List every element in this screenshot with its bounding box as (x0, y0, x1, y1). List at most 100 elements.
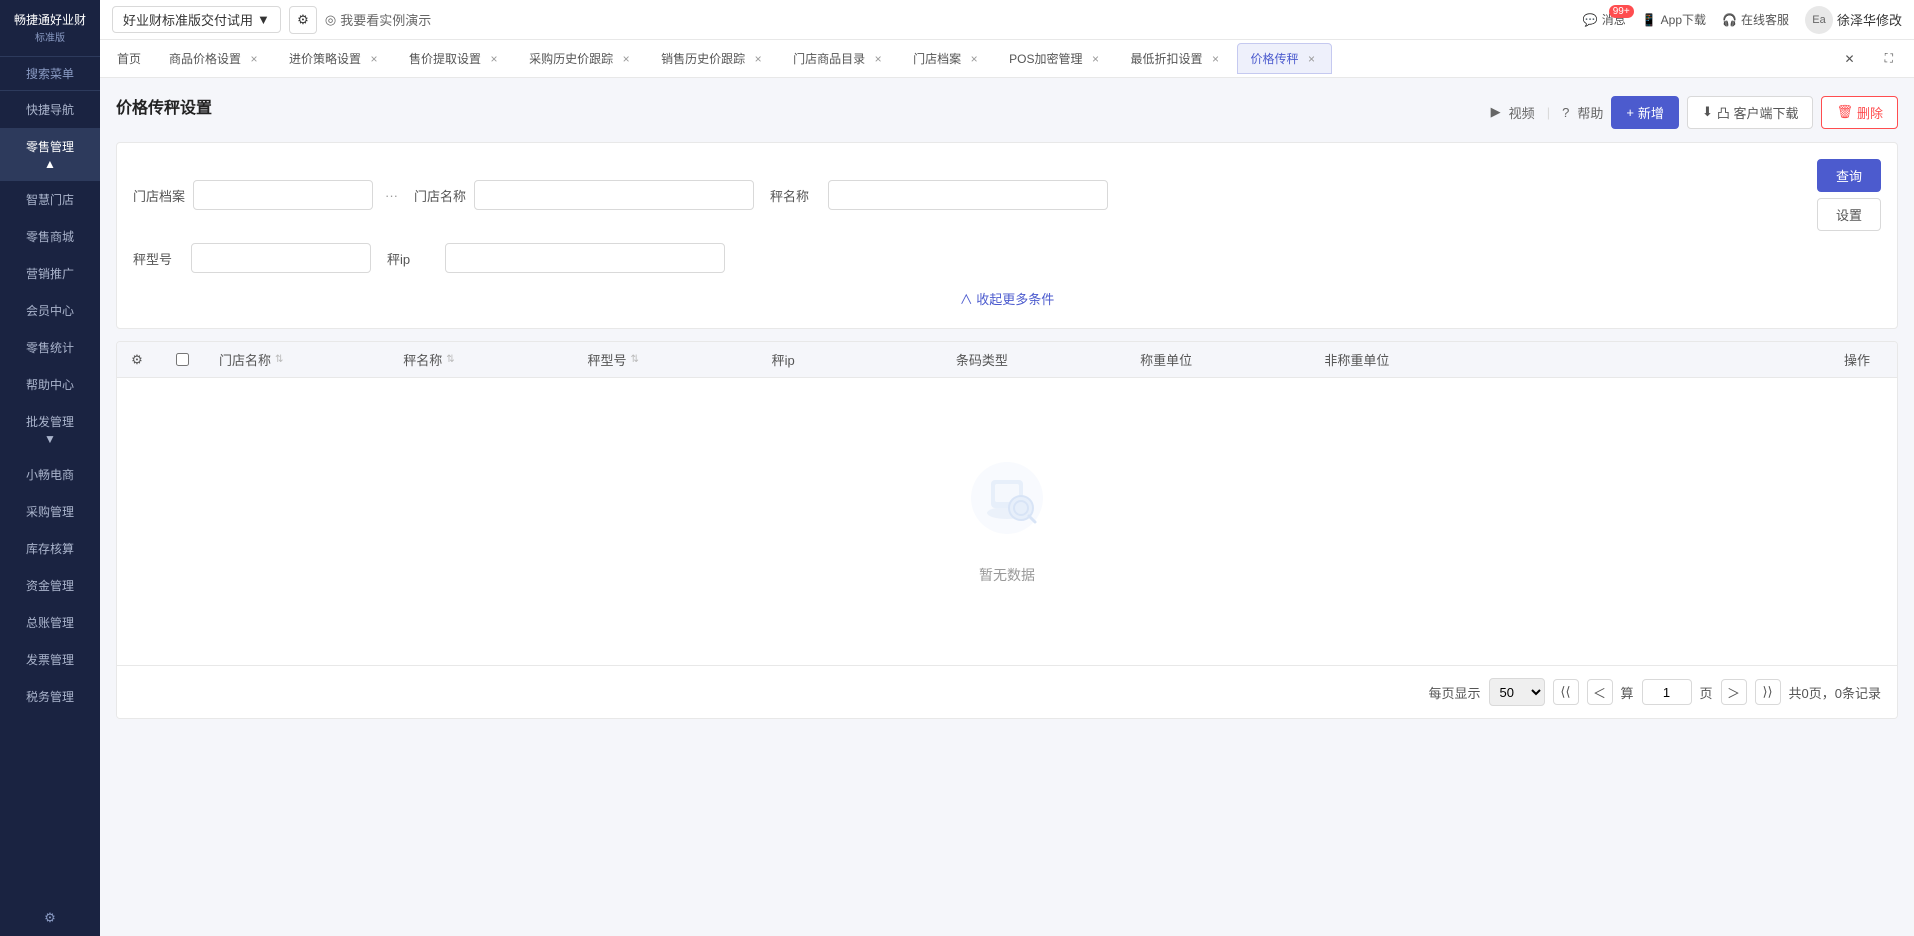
sidebar-item-retail-mall[interactable]: 零售商城 (0, 218, 100, 255)
add-label: 新增 (1638, 103, 1664, 122)
page-size-select[interactable]: 50 10 20 100 (1489, 678, 1545, 706)
sidebar-item-ecommerce[interactable]: 小畅电商 (0, 456, 100, 493)
th-scale-ip-label: 秤ip (772, 350, 795, 369)
sidebar-item-label: 批发管理 (26, 413, 74, 430)
sidebar-item-purchase-mgmt[interactable]: 采购管理 (0, 493, 100, 530)
sidebar-item-inventory[interactable]: 库存核算 (0, 530, 100, 567)
filter-store-profile: 门店档案 ··· (133, 180, 398, 210)
sidebar-item-smart-store[interactable]: 智慧门店 (0, 181, 100, 218)
sort-icon[interactable]: ⇅ (446, 354, 454, 365)
last-page-btn[interactable]: ⟩⟩ (1755, 679, 1781, 705)
sort-icon[interactable]: ⇅ (630, 354, 638, 365)
sidebar-item-label: 库存核算 (26, 540, 74, 557)
collapse-filter-btn[interactable]: ∧ 收起更多条件 (133, 285, 1881, 312)
maximize-icon: ⛶ (1885, 51, 1893, 66)
close-icon[interactable]: × (487, 52, 501, 66)
sidebar-item-help-center[interactable]: 帮助中心 (0, 366, 100, 403)
tab-label: POS加密管理 (1009, 50, 1082, 67)
sidebar-item-wholesale-mgmt[interactable]: 批发管理 ▼ (0, 403, 100, 456)
th-non-weight-unit-label: 非称重单位 (1324, 350, 1389, 369)
dots-icon[interactable]: ··· (385, 188, 398, 203)
sidebar-search[interactable]: 搜索菜单 (0, 57, 100, 91)
sidebar-item-label: 零售商城 (26, 228, 74, 245)
set-button[interactable]: 设置 (1817, 198, 1881, 231)
demo-link[interactable]: ◎ 我要看实例演示 (325, 10, 431, 29)
tab-goods-price[interactable]: 商品价格设置 × (156, 43, 274, 74)
filter-row-2: 秤型号 秤ip (133, 243, 1881, 273)
total-info: 共0页，0条记录 (1789, 683, 1881, 702)
close-icon[interactable]: × (871, 52, 885, 66)
th-settings[interactable]: ⚙ (117, 352, 157, 368)
tab-purchase-history[interactable]: 采购历史价跟踪 × (516, 43, 646, 74)
online-service-btn[interactable]: 🎧 在线客服 (1722, 11, 1789, 28)
message-icon: 💬 (1583, 13, 1598, 27)
maximize-btn[interactable]: ⛶ (1872, 44, 1906, 73)
app-download-btn[interactable]: 📱 App下载 (1642, 11, 1706, 28)
version-selector[interactable]: 好业财标准版交付试用 ▼ (112, 6, 281, 33)
version-label: 好业财标准版交付试用 (123, 10, 253, 29)
filter-store-name-input[interactable] (474, 180, 754, 210)
close-icon[interactable]: × (751, 52, 765, 66)
sidebar-item-invoice-mgmt[interactable]: 发票管理 (0, 641, 100, 678)
toolbar-help: ▶ 视频 | ? 帮助 (1491, 103, 1604, 122)
tab-label: 采购历史价跟踪 (529, 50, 613, 67)
sidebar-item-member-center[interactable]: 会员中心 (0, 292, 100, 329)
close-icon[interactable]: × (367, 52, 381, 66)
sidebar-item-label: 零售管理 (26, 138, 74, 155)
close-icon[interactable]: × (1305, 52, 1319, 66)
delete-label: 删除 (1857, 103, 1883, 122)
tab-home[interactable]: 首页 (104, 43, 154, 74)
filter-scale-model-input[interactable] (191, 243, 371, 273)
page-number-input[interactable] (1642, 679, 1692, 705)
close-icon[interactable]: × (619, 52, 633, 66)
filter-scale-ip-input[interactable] (445, 243, 725, 273)
eye-icon: ◎ (325, 12, 336, 28)
tab-min-discount[interactable]: 最低折扣设置 × (1117, 43, 1235, 74)
delete-button[interactable]: 🗑 删除 (1821, 96, 1898, 129)
tab-store-profile[interactable]: 门店档案 × (900, 43, 994, 74)
sidebar-item-retail-mgmt[interactable]: 零售管理 ▲ (0, 128, 100, 181)
close-icon[interactable]: × (247, 52, 261, 66)
sidebar-settings-btn[interactable]: ⚙ (0, 900, 100, 936)
delete-icon: 🗑 (1836, 104, 1853, 120)
tab-price-scale[interactable]: 价格传秤 × (1237, 43, 1331, 74)
tab-label: 门店档案 (913, 50, 961, 67)
select-all-checkbox[interactable] (176, 353, 189, 366)
tab-label: 首页 (117, 50, 141, 67)
download-button[interactable]: ⬇ 凸 客户端下载 (1687, 96, 1814, 129)
sidebar-logo: 畅捷通好业财 标准版 (0, 0, 100, 57)
first-page-btn[interactable]: ⟨⟨ (1553, 679, 1579, 705)
add-button[interactable]: + 新增 (1611, 96, 1679, 129)
tab-store-catalog[interactable]: 门店商品目录 × (780, 43, 898, 74)
th-non-weight-unit: 非称重单位 (1312, 350, 1817, 369)
message-btn[interactable]: 💬 消息 99+ (1583, 11, 1626, 28)
tab-pos-encryption[interactable]: POS加密管理 × (996, 43, 1115, 74)
table-header: ⚙ 门店名称 ⇅ 秤名称 ⇅ 秤型号 ⇅ 秤ip (117, 342, 1897, 378)
close-window-btn[interactable]: ✕ (1832, 45, 1868, 73)
th-checkbox[interactable] (157, 353, 207, 366)
filter-store-profile-input[interactable] (193, 180, 373, 210)
sidebar-item-marketing[interactable]: 营销推广 (0, 255, 100, 292)
sort-icon[interactable]: ⇅ (275, 354, 283, 365)
sidebar-item-finance[interactable]: 资金管理 (0, 567, 100, 604)
app-version-tag: 标准版 (35, 29, 65, 44)
tab-selling-price[interactable]: 售价提取设置 × (396, 43, 514, 74)
prev-page-btn[interactable]: ＜ (1587, 679, 1613, 705)
header-settings-btn[interactable]: ⚙ (289, 6, 317, 34)
user-info[interactable]: Ea 徐泽华修改 (1805, 6, 1902, 34)
download-icon: 📱 (1642, 13, 1657, 27)
close-icon[interactable]: × (1088, 52, 1102, 66)
query-button[interactable]: 查询 (1817, 159, 1881, 192)
sidebar-item-tax-mgmt[interactable]: 税务管理 (0, 678, 100, 715)
tab-sales-history[interactable]: 销售历史价跟踪 × (648, 43, 778, 74)
close-icon[interactable]: × (967, 52, 981, 66)
tab-purchase-strategy[interactable]: 进价策略设置 × (276, 43, 394, 74)
sidebar-item-label: 资金管理 (26, 577, 74, 594)
filter-scale-name-input[interactable] (828, 180, 1108, 210)
next-page-btn[interactable]: ＞ (1721, 679, 1747, 705)
th-ops: 操作 (1817, 350, 1897, 369)
close-icon[interactable]: × (1208, 52, 1222, 66)
sidebar-item-general-ledger[interactable]: 总账管理 (0, 604, 100, 641)
help-icon: ? (1562, 105, 1569, 120)
sidebar-item-retail-stats[interactable]: 零售统计 (0, 329, 100, 366)
